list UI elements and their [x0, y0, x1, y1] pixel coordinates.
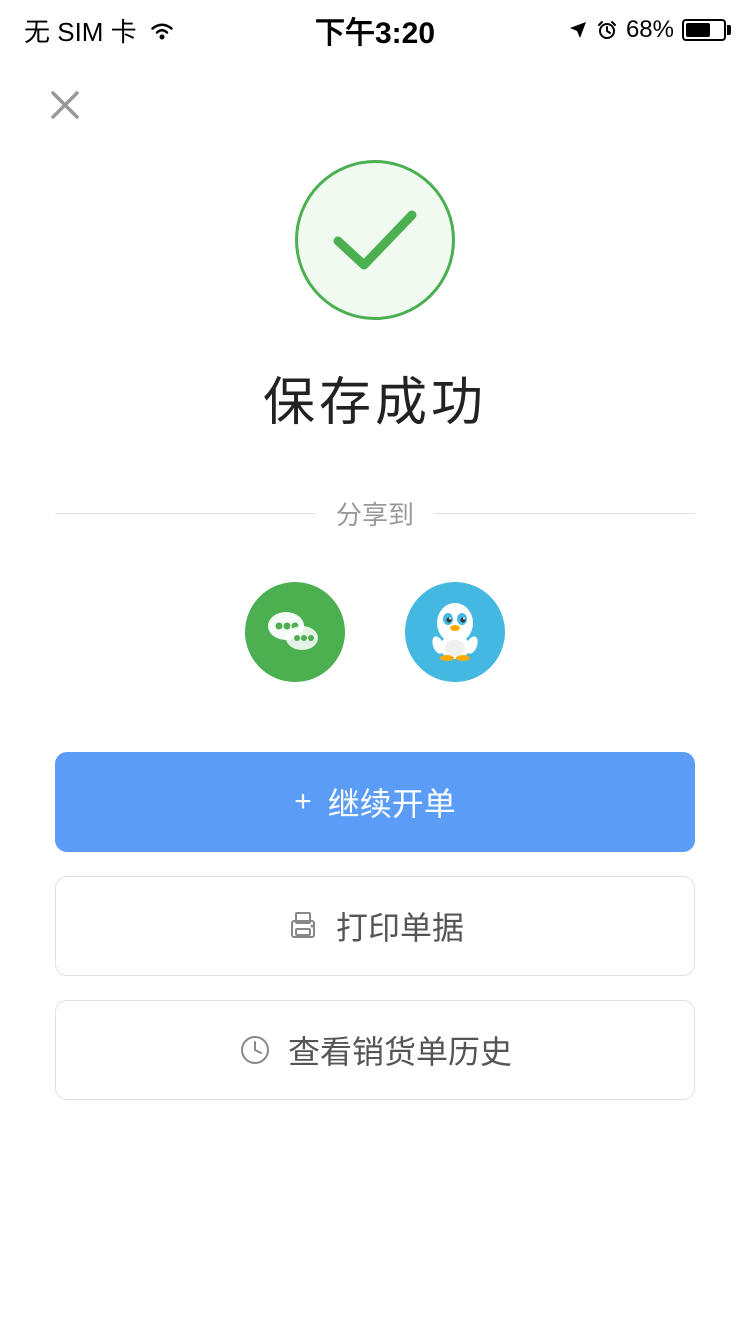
close-icon — [48, 88, 82, 122]
wifi-icon — [147, 19, 177, 41]
page-content: 保存成功 分享到 — [0, 60, 750, 1334]
share-icons — [245, 582, 505, 682]
success-title: 保存成功 — [263, 360, 487, 435]
success-circle — [295, 160, 455, 320]
status-time: 下午3:20 — [315, 8, 435, 52]
history-button[interactable]: 查看销货单历史 — [55, 1000, 695, 1100]
close-button[interactable] — [40, 80, 90, 130]
battery-fill — [686, 23, 710, 37]
battery-icon — [682, 19, 726, 41]
print-label: 打印单据 — [336, 903, 464, 949]
printer-icon — [286, 909, 320, 943]
checkmark-icon — [330, 205, 420, 275]
divider-right — [434, 513, 695, 514]
continue-icon: + — [294, 785, 312, 819]
continue-label: 继续开单 — [328, 779, 456, 825]
share-label: 分享到 — [336, 495, 414, 532]
share-divider: 分享到 — [55, 495, 695, 532]
action-buttons: + 继续开单 打印单据 查看销货单历史 — [55, 752, 695, 1100]
wechat-share-button[interactable] — [245, 582, 345, 682]
wechat-icon — [264, 606, 326, 658]
status-bar: 无 SIM 卡 下午3:20 68% — [0, 0, 750, 60]
qq-share-button[interactable] — [405, 582, 505, 682]
history-label: 查看销货单历史 — [288, 1027, 512, 1073]
alarm-icon — [596, 19, 618, 41]
print-button[interactable]: 打印单据 — [55, 876, 695, 976]
divider-left — [55, 513, 316, 514]
location-icon — [568, 20, 588, 40]
status-left: 无 SIM 卡 — [24, 12, 177, 49]
status-right: 68% — [568, 16, 726, 44]
continue-button[interactable]: + 继续开单 — [55, 752, 695, 852]
history-icon — [238, 1033, 272, 1067]
carrier-text: 无 SIM 卡 — [24, 12, 137, 49]
qq-icon — [425, 597, 485, 667]
battery-percentage: 68% — [626, 16, 674, 44]
